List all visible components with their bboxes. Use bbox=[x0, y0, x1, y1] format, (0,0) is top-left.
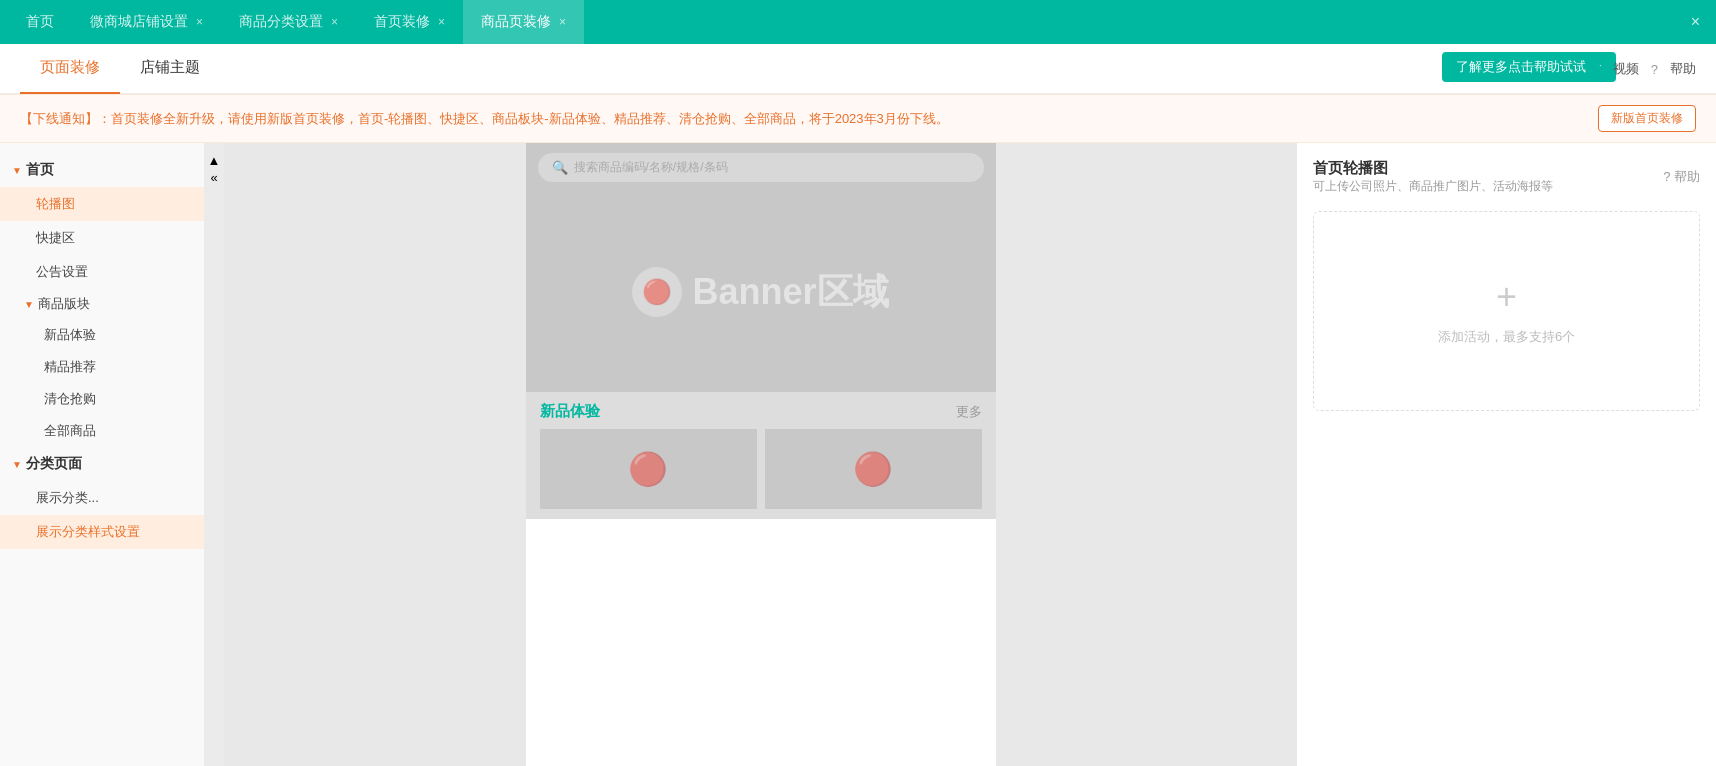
search-icon: 🔍 bbox=[552, 160, 568, 175]
main-layout: ▲ « ▼ 首页 轮播图 快捷区 公告设置 ▼ 商品版块 bbox=[0, 143, 1716, 766]
preview-grid-icon-2: 🔴 bbox=[853, 450, 893, 488]
category-group-label: 分类页面 bbox=[26, 455, 82, 473]
close-all-tabs[interactable]: × bbox=[1683, 9, 1708, 35]
preview-banner-content: 🔴 Banner区域 bbox=[632, 267, 888, 317]
preview-banner-logo: 🔴 bbox=[632, 267, 682, 317]
close-tab-category-settings[interactable]: × bbox=[331, 15, 338, 29]
tab-product-decor[interactable]: 商品页装修 × bbox=[463, 0, 584, 44]
sidebar-item-show-category[interactable]: 展示分类... bbox=[0, 481, 204, 515]
product-block-arrow-icon: ▼ bbox=[24, 299, 34, 310]
help-circle-icon: ? bbox=[1663, 169, 1670, 184]
add-icon: + bbox=[1496, 276, 1517, 318]
right-panel-title: 首页轮播图 bbox=[1313, 159, 1553, 178]
preview-section-title: 新品体验 bbox=[540, 402, 600, 421]
sidebar: ▲ « ▼ 首页 轮播图 快捷区 公告设置 ▼ 商品版块 bbox=[0, 143, 225, 766]
help-banner: 了解更多点击帮助试试 × bbox=[1442, 52, 1616, 82]
sidebar-tree: ▼ 首页 轮播图 快捷区 公告设置 ▼ 商品版块 新品体验 精品推荐 bbox=[0, 143, 224, 559]
tab-store-settings[interactable]: 微商城店铺设置 × bbox=[72, 0, 221, 44]
right-panel-help-button[interactable]: ? 帮助 bbox=[1663, 168, 1700, 186]
close-tab-home-decor[interactable]: × bbox=[438, 15, 445, 29]
tab-home[interactable]: 首页 bbox=[8, 0, 72, 44]
close-tab-store-settings[interactable]: × bbox=[196, 15, 203, 29]
preview-grid-item-2: 🔴 bbox=[765, 429, 982, 509]
sidebar-item-notice-settings[interactable]: 公告设置 bbox=[0, 255, 204, 289]
help-label[interactable]: 帮助 bbox=[1670, 60, 1696, 78]
collapse-left-arrow: « bbox=[210, 170, 217, 185]
preview-banner-label: Banner区域 bbox=[692, 268, 888, 317]
sidebar-item-clearance[interactable]: 清仓抢购 bbox=[0, 383, 204, 415]
sidebar-subgroup-product-block[interactable]: ▼ 商品版块 bbox=[0, 289, 204, 319]
preview-search-box: 🔍 搜索商品编码/名称/规格/条码 bbox=[538, 153, 984, 182]
right-panel-header: 首页轮播图 可上传公司照片、商品推广图片、活动海报等 ? 帮助 bbox=[1313, 159, 1700, 195]
close-tab-product-decor[interactable]: × bbox=[559, 15, 566, 29]
home-group-label: 首页 bbox=[26, 161, 54, 179]
preview-section-more: 更多 bbox=[956, 403, 982, 421]
preview-new-section: 新品体验 更多 🔴 🔴 bbox=[526, 392, 996, 519]
help-question-icon: ? bbox=[1651, 62, 1658, 77]
sidebar-item-new-experience[interactable]: 新品体验 bbox=[0, 319, 204, 351]
right-panel-title-area: 首页轮播图 可上传公司照片、商品推广图片、活动海报等 bbox=[1313, 159, 1553, 195]
add-activity-label: 添加活动，最多支持6个 bbox=[1438, 328, 1575, 346]
sidebar-collapse-button[interactable]: ▲ « bbox=[204, 143, 224, 766]
preview-search-bar: 🔍 搜索商品编码/名称/规格/条码 bbox=[526, 143, 996, 192]
preview-search-placeholder: 搜索商品编码/名称/规格/条码 bbox=[574, 159, 728, 176]
tab-page-decor[interactable]: 页面装修 bbox=[20, 44, 120, 94]
notice-bar: 【下线通知】：首页装修全新升级，请使用新版首页装修，首页-轮播图、快捷区、商品板… bbox=[0, 94, 1716, 143]
preview-section-header: 新品体验 更多 bbox=[540, 402, 982, 421]
collapse-up-arrow: ▲ bbox=[208, 153, 221, 168]
new-home-decor-button[interactable]: 新版首页装修 bbox=[1598, 105, 1696, 132]
sidebar-item-quick-area[interactable]: 快捷区 bbox=[0, 221, 204, 255]
home-group-arrow-icon: ▼ bbox=[12, 165, 22, 176]
sidebar-item-carousel[interactable]: 轮播图 bbox=[0, 187, 204, 221]
sidebar-item-category-style[interactable]: 展示分类样式设置 bbox=[0, 515, 204, 549]
sidebar-item-all-products[interactable]: 全部商品 bbox=[0, 415, 204, 447]
tab-home-decor[interactable]: 首页装修 × bbox=[356, 0, 463, 44]
video-dot-icon bbox=[1593, 65, 1601, 73]
category-group-arrow-icon: ▼ bbox=[12, 459, 22, 470]
add-activity-button[interactable]: + 添加活动，最多支持6个 bbox=[1313, 211, 1700, 411]
product-block-label: 商品版块 bbox=[38, 295, 90, 313]
tab-bar: 首页 微商城店铺设置 × 商品分类设置 × 首页装修 × 商品页装修 × × bbox=[0, 0, 1716, 44]
preview-phone: 🔍 搜索商品编码/名称/规格/条码 🔴 Banner区域 bbox=[526, 143, 996, 766]
tab-category-settings[interactable]: 商品分类设置 × bbox=[221, 0, 356, 44]
preview-product-grid: 🔴 🔴 bbox=[540, 429, 982, 509]
sidebar-item-featured[interactable]: 精品推荐 bbox=[0, 351, 204, 383]
video-label[interactable]: 视频 bbox=[1613, 60, 1639, 78]
tab-store-theme[interactable]: 店铺主题 bbox=[120, 44, 220, 94]
video-help-area: 视频 ? 帮助 bbox=[1593, 44, 1696, 94]
right-panel: 首页轮播图 可上传公司照片、商品推广图片、活动海报等 ? 帮助 + 添加活动，最… bbox=[1296, 143, 1716, 766]
sub-tab-bar: 页面装修 店铺主题 了解更多点击帮助试试 × 视频 ? 帮助 bbox=[0, 44, 1716, 94]
sidebar-group-category[interactable]: ▼ 分类页面 bbox=[0, 447, 204, 481]
preview-area: 🔍 搜索商品编码/名称/规格/条码 🔴 Banner区域 bbox=[225, 143, 1296, 766]
notice-text: 【下线通知】：首页装修全新升级，请使用新版首页装修，首页-轮播图、快捷区、商品板… bbox=[20, 110, 949, 128]
preview-grid-item-1: 🔴 bbox=[540, 429, 757, 509]
preview-banner: 🔴 Banner区域 bbox=[526, 192, 996, 392]
preview-grid-icon-1: 🔴 bbox=[628, 450, 668, 488]
right-panel-subtitle: 可上传公司照片、商品推广图片、活动海报等 bbox=[1313, 179, 1553, 193]
sidebar-group-home[interactable]: ▼ 首页 bbox=[0, 153, 204, 187]
